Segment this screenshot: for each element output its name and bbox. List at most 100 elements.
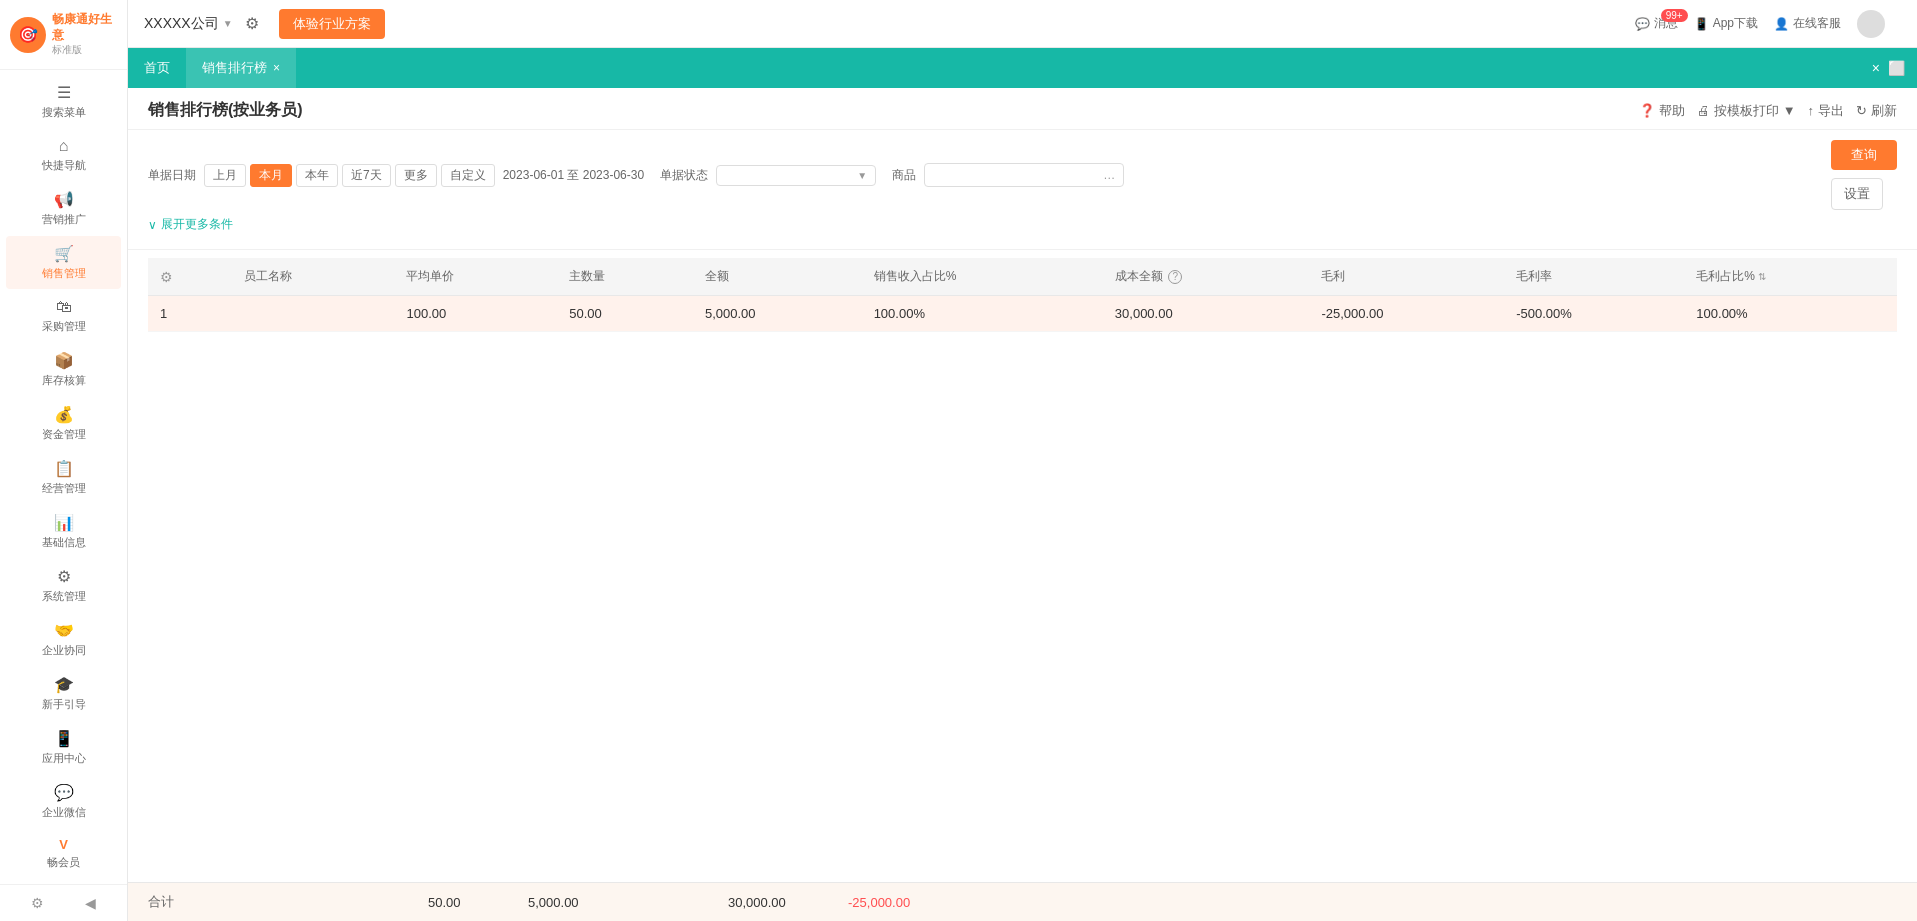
export-label: 导出 xyxy=(1818,102,1844,120)
sidebar-item-beginner[interactable]: 🎓 新手引导 xyxy=(6,667,121,720)
query-button[interactable]: 查询 xyxy=(1831,140,1897,170)
logo-subtitle: 标准版 xyxy=(52,43,117,57)
export-icon: ↑ xyxy=(1808,103,1815,118)
message-button[interactable]: 💬 消息 99+ xyxy=(1635,15,1678,32)
footer-cells: 50.00 5,000.00 30,000.00 -25,000.00 xyxy=(328,895,1897,910)
date-btn-last-month[interactable]: 上月 xyxy=(204,164,246,187)
date-btn-more[interactable]: 更多 xyxy=(395,164,437,187)
sidebar-settings-icon[interactable]: ⚙ xyxy=(31,895,44,911)
sidebar-nav: ☰ 搜索菜单 ⌂ 快捷导航 📢 营销推广 🛒 销售管理 🛍 采购管理 📦 库存核… xyxy=(0,70,127,884)
sidebar-item-vip[interactable]: V 畅会员 xyxy=(6,829,121,878)
status-select-arrow-icon: ▼ xyxy=(857,170,867,181)
template-print-button[interactable]: 🖨 按模板打印 ▼ xyxy=(1697,102,1796,120)
sales-icon: 🛒 xyxy=(54,244,74,263)
refresh-label: 刷新 xyxy=(1871,102,1897,120)
basic-info-icon: 📊 xyxy=(54,513,74,532)
inventory-icon: 📦 xyxy=(54,351,74,370)
window-close-icon[interactable]: × xyxy=(1872,60,1880,76)
online-service-button[interactable]: 👤 在线客服 xyxy=(1774,15,1841,32)
goods-filter-label: 商品 xyxy=(892,167,916,184)
cost-info-icon[interactable]: ? xyxy=(1168,270,1182,284)
sidebar-item-quick-nav[interactable]: ⌂ 快捷导航 xyxy=(6,129,121,181)
cell-cost: 30,000.00 xyxy=(1103,296,1310,332)
date-btn-7days[interactable]: 近7天 xyxy=(342,164,391,187)
sidebar-item-label: 基础信息 xyxy=(42,535,86,550)
export-button[interactable]: ↑ 导出 xyxy=(1808,102,1845,120)
print-icon: 🖨 xyxy=(1697,103,1710,118)
gross-ratio-sort-icon[interactable]: ⇅ xyxy=(1758,271,1766,282)
window-maximize-icon[interactable]: ⬜ xyxy=(1888,60,1905,76)
status-filter-label: 单据状态 xyxy=(660,167,708,184)
col-employee-header: 员工名称 xyxy=(232,258,395,296)
sidebar-logo: 🎯 畅康通好生意 标准版 xyxy=(0,0,127,70)
cell-main-qty: 50.00 xyxy=(557,296,693,332)
footer-label: 合计 xyxy=(148,893,328,911)
page-actions: ❓ 帮助 🖨 按模板打印 ▼ ↑ 导出 ↻ 刷新 xyxy=(1639,102,1897,120)
tab-home[interactable]: 首页 xyxy=(128,48,186,88)
footer-gross: -25,000.00 xyxy=(848,895,968,910)
topbar-settings-icon[interactable]: ⚙ xyxy=(245,14,259,33)
refresh-icon: ↻ xyxy=(1856,103,1867,118)
filter-bar: 单据日期 上月 本月 本年 近7天 更多 自定义 2023-06-01 至 20… xyxy=(128,130,1917,250)
col-gross-ratio-header[interactable]: 毛利占比% ⇅ xyxy=(1684,258,1897,296)
help-icon: ❓ xyxy=(1639,103,1655,118)
sidebar-item-finance[interactable]: 💰 资金管理 xyxy=(6,397,121,450)
company-selector[interactable]: XXXXX公司 ▼ xyxy=(144,15,233,33)
sidebar-item-app-center[interactable]: 📱 应用中心 xyxy=(6,721,121,774)
sidebar-item-label: 营销推广 xyxy=(42,212,86,227)
expand-filter-button[interactable]: ∨ 展开更多条件 xyxy=(148,210,1897,239)
date-filter: 单据日期 上月 本月 本年 近7天 更多 自定义 2023-06-01 至 20… xyxy=(148,164,644,187)
sidebar-item-basic-info[interactable]: 📊 基础信息 xyxy=(6,505,121,558)
col-avg-price-header: 平均单价 xyxy=(394,258,557,296)
trial-button[interactable]: 体验行业方案 xyxy=(279,9,385,39)
sidebar-item-sales[interactable]: 🛒 销售管理 xyxy=(6,236,121,289)
date-filter-label: 单据日期 xyxy=(148,167,196,184)
user-avatar[interactable] xyxy=(1857,10,1885,38)
date-btn-custom[interactable]: 自定义 xyxy=(441,164,495,187)
cell-rank: 1 xyxy=(148,296,232,332)
help-button[interactable]: ❓ 帮助 xyxy=(1639,102,1685,120)
system-icon: ⚙ xyxy=(57,567,71,586)
footer-avg-price xyxy=(328,895,428,910)
date-range-display: 2023-06-01 至 2023-06-30 xyxy=(503,167,644,184)
table-row: 1 100.00 50.00 5,000.00 100.00% 30,000.0… xyxy=(148,296,1897,332)
sidebar-item-label: 资金管理 xyxy=(42,427,86,442)
footer-amount: 5,000.00 xyxy=(528,895,628,910)
col-main-qty-header: 主数量 xyxy=(557,258,693,296)
sidebar-item-operations[interactable]: 📋 经营管理 xyxy=(6,451,121,504)
template-print-label: 按模板打印 xyxy=(1714,102,1779,120)
footer-cost: 30,000.00 xyxy=(728,895,848,910)
operations-icon: 📋 xyxy=(54,459,74,478)
sidebar-item-search[interactable]: ☰ 搜索菜单 xyxy=(6,75,121,128)
goods-select[interactable]: … xyxy=(924,163,1124,187)
tab-close-icon[interactable]: × xyxy=(273,61,280,75)
sidebar-item-marketing[interactable]: 📢 营销推广 xyxy=(6,182,121,235)
date-buttons: 上月 本月 本年 近7天 更多 自定义 2023-06-01 至 2023-06… xyxy=(204,164,644,187)
cell-avg-price: 100.00 xyxy=(394,296,557,332)
sidebar-item-purchase[interactable]: 🛍 采购管理 xyxy=(6,290,121,342)
app-download-button[interactable]: 📱 App下载 xyxy=(1694,15,1758,32)
service-label: 在线客服 xyxy=(1793,15,1841,32)
settings-button[interactable]: 设置 xyxy=(1831,178,1883,210)
company-arrow-icon: ▼ xyxy=(223,18,233,29)
sidebar-collapse-icon[interactable]: ◀ xyxy=(85,895,96,911)
tabbar: 首页 销售排行榜 × × ⬜ xyxy=(128,48,1917,88)
status-select[interactable]: ▼ xyxy=(716,165,876,186)
sidebar-item-enterprise-wechat[interactable]: 💬 企业微信 xyxy=(6,775,121,828)
column-settings-icon[interactable]: ⚙ xyxy=(160,269,173,285)
sidebar-item-system[interactable]: ⚙ 系统管理 xyxy=(6,559,121,612)
sidebar-item-inventory[interactable]: 📦 库存核算 xyxy=(6,343,121,396)
vip-icon: V xyxy=(59,837,68,852)
sidebar-item-enterprise-collab[interactable]: 🤝 企业协同 xyxy=(6,613,121,666)
tab-sales-ranking[interactable]: 销售排行榜 × xyxy=(186,48,296,88)
window-controls: × ⬜ xyxy=(1872,60,1917,76)
sidebar-item-label: 企业协同 xyxy=(42,643,86,658)
chevron-down-icon: ∨ xyxy=(148,218,157,232)
table-container: ⚙ 员工名称 平均单价 主数量 全额 销售收入占比% xyxy=(128,250,1917,882)
col-sales-ratio-header: 销售收入占比% xyxy=(862,258,1103,296)
col-settings-header[interactable]: ⚙ xyxy=(148,258,232,296)
logo-title: 畅康通好生意 xyxy=(52,12,117,43)
date-btn-this-year[interactable]: 本年 xyxy=(296,164,338,187)
refresh-button[interactable]: ↻ 刷新 xyxy=(1856,102,1897,120)
date-btn-this-month[interactable]: 本月 xyxy=(250,164,292,187)
